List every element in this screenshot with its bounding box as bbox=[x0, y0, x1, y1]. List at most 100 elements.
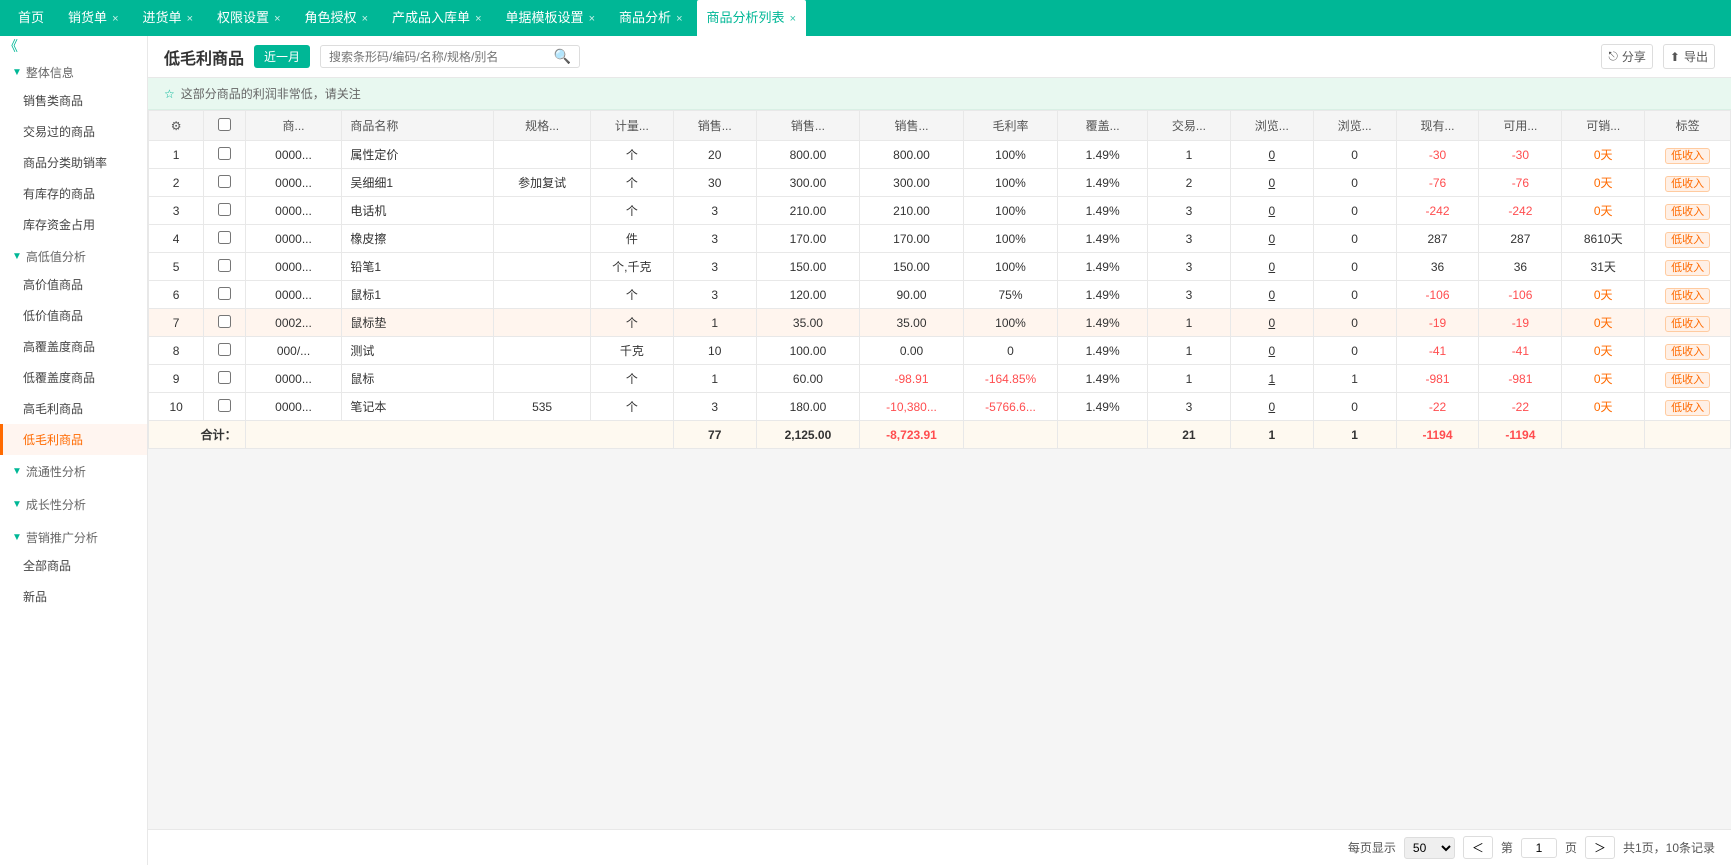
footer-empty bbox=[245, 421, 673, 449]
sidebar-item-全部商品[interactable]: 全部商品 bbox=[0, 550, 147, 581]
sidebar-item-低毛利商品[interactable]: 低毛利商品 bbox=[0, 424, 147, 455]
cell-trans: 1 bbox=[1148, 141, 1231, 169]
cell-view2: 0 bbox=[1313, 197, 1396, 225]
cell-unit: 个 bbox=[590, 365, 673, 393]
th-spec: 规格... bbox=[494, 111, 591, 141]
cell-check[interactable] bbox=[204, 169, 245, 197]
cell-sales-qty: 3 bbox=[673, 197, 756, 225]
sidebar-item-库存资金占用[interactable]: 库存资金占用 bbox=[0, 209, 147, 240]
footer-sales-price: 2,125.00 bbox=[756, 421, 860, 449]
cell-view1[interactable]: 0 bbox=[1230, 253, 1313, 281]
nav-close-icon[interactable]: × bbox=[787, 13, 796, 25]
cell-check[interactable] bbox=[204, 309, 245, 337]
nav-close-icon[interactable]: × bbox=[673, 13, 682, 25]
cell-name: 鼠标 bbox=[342, 365, 494, 393]
cell-view1[interactable]: 0 bbox=[1230, 393, 1313, 421]
cell-view1[interactable]: 0 bbox=[1230, 197, 1313, 225]
cell-trans: 1 bbox=[1148, 365, 1231, 393]
nav-close-icon[interactable]: × bbox=[271, 13, 280, 25]
sidebar-item-新品[interactable]: 新品 bbox=[0, 581, 147, 612]
cell-view1[interactable]: 0 bbox=[1230, 169, 1313, 197]
cell-sales-qty: 3 bbox=[673, 253, 756, 281]
sidebar-group-高低值分析[interactable]: ▼ 高低值分析 bbox=[0, 240, 147, 269]
cell-check[interactable] bbox=[204, 365, 245, 393]
sidebar-group-营销推广分析[interactable]: ▼ 营销推广分析 bbox=[0, 521, 147, 550]
cell-view1[interactable]: 0 bbox=[1230, 141, 1313, 169]
nav-item-商品分析列表[interactable]: 商品分析列表 × bbox=[697, 0, 807, 36]
cell-spec: 参加复试 bbox=[494, 169, 591, 197]
nav-close-icon[interactable]: × bbox=[586, 13, 595, 25]
cell-cover: 1.49% bbox=[1058, 365, 1148, 393]
share-button[interactable]: ⎋ 分享 bbox=[1601, 44, 1653, 69]
cell-code: 0000... bbox=[245, 365, 342, 393]
sidebar-group-流通性分析[interactable]: ▼ 流通性分析 bbox=[0, 455, 147, 484]
nav-close-icon[interactable]: × bbox=[109, 13, 118, 25]
cell-sales-price: 300.00 bbox=[756, 169, 860, 197]
page-size-select[interactable]: 50 20 100 bbox=[1404, 837, 1455, 859]
sidebar-collapse-btn[interactable]: 《 bbox=[0, 36, 22, 56]
search-icon[interactable]: 🔍 bbox=[554, 48, 571, 65]
sidebar-item-高价值商品[interactable]: 高价值商品 bbox=[0, 269, 147, 300]
cell-current: -30 bbox=[1396, 141, 1479, 169]
th-settings[interactable]: ⚙ bbox=[149, 111, 204, 141]
cell-view2: 0 bbox=[1313, 281, 1396, 309]
nav-close-icon[interactable]: × bbox=[359, 13, 368, 25]
sidebar-item-低价值商品[interactable]: 低价值商品 bbox=[0, 300, 147, 331]
footer-sales-amount: -8,723.91 bbox=[860, 421, 964, 449]
cell-sales-amount: -10,380... bbox=[860, 393, 964, 421]
sidebar-item-有库存的商品[interactable]: 有库存的商品 bbox=[0, 178, 147, 209]
export-button[interactable]: ⬆ 导出 bbox=[1663, 44, 1715, 69]
cell-check[interactable] bbox=[204, 281, 245, 309]
cell-view1[interactable]: 0 bbox=[1230, 337, 1313, 365]
cell-check[interactable] bbox=[204, 393, 245, 421]
sidebar-group-成长性分析[interactable]: ▼ 成长性分析 bbox=[0, 488, 147, 517]
header-actions: ⎋ 分享 ⬆ 导出 bbox=[1601, 44, 1715, 69]
cell-view1[interactable]: 0 bbox=[1230, 281, 1313, 309]
date-filter-button[interactable]: 近一月 bbox=[254, 45, 310, 68]
cell-tag: 低收入 bbox=[1645, 197, 1731, 225]
check-all[interactable] bbox=[218, 118, 231, 131]
nav-close-icon[interactable]: × bbox=[184, 13, 193, 25]
search-input[interactable] bbox=[329, 50, 554, 64]
nav-item-权限设置[interactable]: 权限设置 × bbox=[207, 0, 291, 36]
sidebar-item-高毛利商品[interactable]: 高毛利商品 bbox=[0, 393, 147, 424]
cell-salable: 0天 bbox=[1562, 337, 1645, 365]
th-check bbox=[204, 111, 245, 141]
cell-check[interactable] bbox=[204, 337, 245, 365]
nav-item-角色授权[interactable]: 角色授权 × bbox=[295, 0, 379, 36]
nav-item-首页[interactable]: 首页 bbox=[8, 0, 54, 36]
cell-check[interactable] bbox=[204, 253, 245, 281]
nav-item-销货单[interactable]: 销货单 × bbox=[58, 0, 129, 36]
sidebar-item-商品分类助销率[interactable]: 商品分类助销率 bbox=[0, 147, 147, 178]
cell-view1[interactable]: 1 bbox=[1230, 365, 1313, 393]
page-number-input[interactable] bbox=[1521, 838, 1557, 858]
th-sales-price: 销售... bbox=[756, 111, 860, 141]
cell-check[interactable] bbox=[204, 225, 245, 253]
prev-page-button[interactable]: ＜ bbox=[1463, 836, 1493, 859]
next-page-button[interactable]: ＞ bbox=[1585, 836, 1615, 859]
cell-sales-amount: 90.00 bbox=[860, 281, 964, 309]
cell-check[interactable] bbox=[204, 197, 245, 225]
cell-sales-amount: 210.00 bbox=[860, 197, 964, 225]
cell-sales-amount: 35.00 bbox=[860, 309, 964, 337]
nav-item-进货单[interactable]: 进货单 × bbox=[133, 0, 204, 36]
cell-cover: 1.49% bbox=[1058, 169, 1148, 197]
cell-check[interactable] bbox=[204, 141, 245, 169]
nav-item-单据模板设置[interactable]: 单据模板设置 × bbox=[496, 0, 606, 36]
sidebar-group-整体信息[interactable]: ▼ 整体信息 bbox=[0, 56, 147, 85]
th-gross-rate: 毛利率 bbox=[963, 111, 1057, 141]
cell-sales-price: 170.00 bbox=[756, 225, 860, 253]
sidebar-item-高覆盖度商品[interactable]: 高覆盖度商品 bbox=[0, 331, 147, 362]
nav-close-icon[interactable]: × bbox=[472, 13, 481, 25]
cell-code: 0000... bbox=[245, 225, 342, 253]
cell-sales-amount: -98.91 bbox=[860, 365, 964, 393]
sidebar-item-销售类商品[interactable]: 销售类商品 bbox=[0, 85, 147, 116]
sidebar-item-交易过的商品[interactable]: 交易过的商品 bbox=[0, 116, 147, 147]
cell-view1[interactable]: 0 bbox=[1230, 309, 1313, 337]
sidebar-item-低覆盖度商品[interactable]: 低覆盖度商品 bbox=[0, 362, 147, 393]
nav-item-商品分析[interactable]: 商品分析 × bbox=[609, 0, 693, 36]
nav-item-产成品入库单[interactable]: 产成品入库单 × bbox=[382, 0, 492, 36]
table-footer-row: 合计： 77 2,125.00 -8,723.91 21 1 1 -1194 -… bbox=[149, 421, 1731, 449]
cell-view1[interactable]: 0 bbox=[1230, 225, 1313, 253]
th-tag: 标签 bbox=[1645, 111, 1731, 141]
